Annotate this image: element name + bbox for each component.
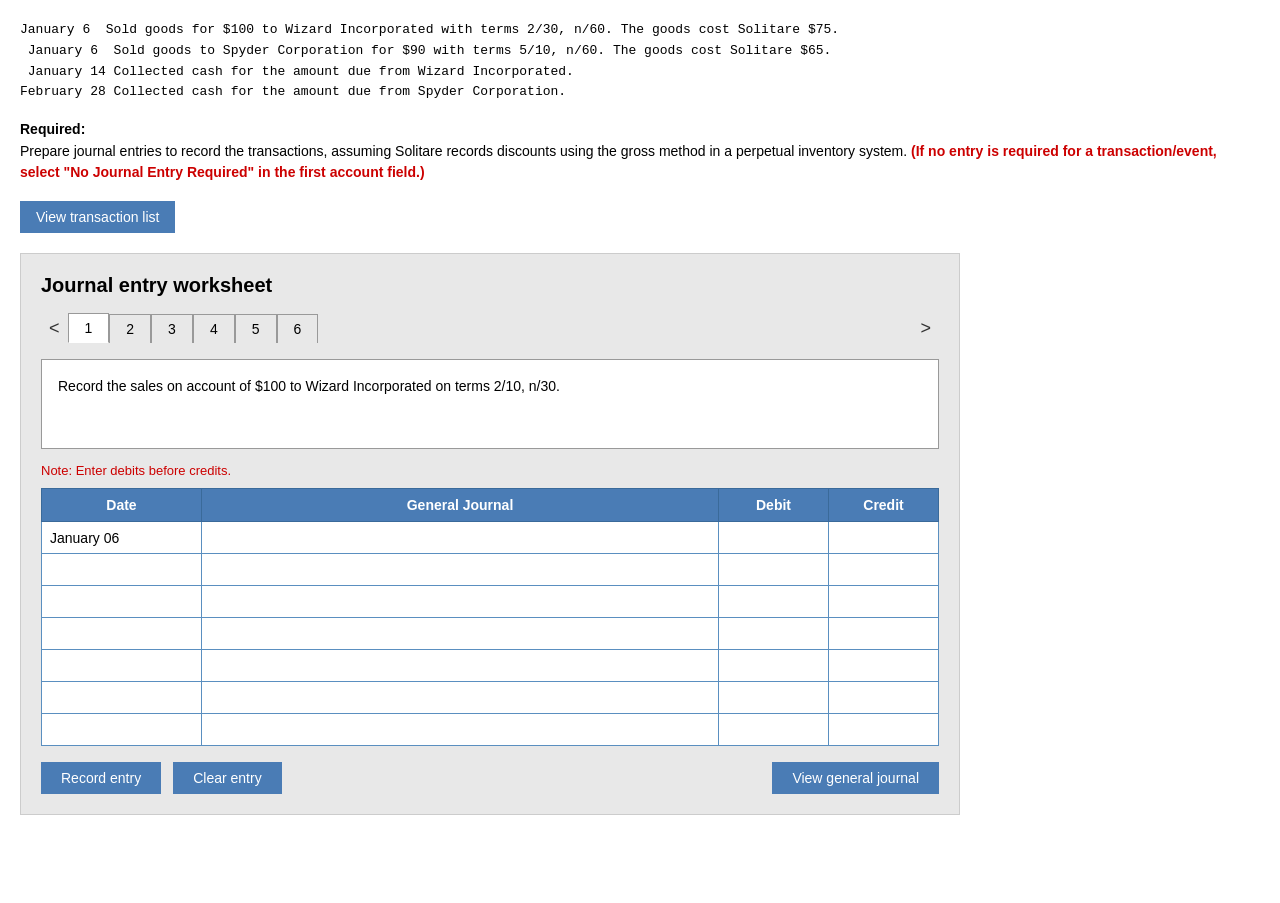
credit-input-5[interactable] [829,682,938,713]
debit-cell-3[interactable] [719,618,829,650]
table-row [42,586,939,618]
credit-cell-1[interactable] [829,554,939,586]
tab-items: 1 2 3 4 5 6 [68,313,319,343]
record-entry-button[interactable]: Record entry [41,762,161,794]
journal-cell-1[interactable] [202,554,719,586]
credit-input-6[interactable] [829,714,938,745]
required-text: Prepare journal entries to record the tr… [20,141,1260,183]
debit-cell-6[interactable] [719,714,829,746]
header-date: Date [42,489,202,522]
date-cell-4 [42,650,202,682]
journal-cell-4[interactable] [202,650,719,682]
tab-navigation: < 1 2 3 4 5 6 > [41,313,939,343]
action-buttons: Record entry Clear entry View general jo… [41,762,939,794]
tab-4[interactable]: 4 [193,314,235,343]
view-general-journal-button[interactable]: View general journal [772,762,939,794]
credit-input-0[interactable] [829,522,938,553]
note-text: Note: Enter debits before credits. [41,463,939,478]
debit-input-1[interactable] [719,554,828,585]
intro-text: January 6 Sold goods for $100 to Wizard … [20,20,1260,103]
clear-entry-button[interactable]: Clear entry [173,762,281,794]
credit-cell-6[interactable] [829,714,939,746]
credit-cell-0[interactable] [829,522,939,554]
credit-input-1[interactable] [829,554,938,585]
credit-cell-4[interactable] [829,650,939,682]
tab-5[interactable]: 5 [235,314,277,343]
required-body-text: Prepare journal entries to record the tr… [20,143,907,159]
table-row: January 06 [42,522,939,554]
date-cell-5 [42,682,202,714]
tab-1[interactable]: 1 [68,313,110,343]
debit-input-5[interactable] [719,682,828,713]
header-debit: Debit [719,489,829,522]
debit-cell-5[interactable] [719,682,829,714]
date-cell-0: January 06 [42,522,202,554]
debit-input-4[interactable] [719,650,828,681]
description-box: Record the sales on account of $100 to W… [41,359,939,449]
view-transaction-button[interactable]: View transaction list [20,201,175,233]
journal-cell-0[interactable] [202,522,719,554]
journal-table: Date General Journal Debit Credit Januar… [41,488,939,746]
tab-2[interactable]: 2 [109,314,151,343]
journal-input-3[interactable] [202,618,718,649]
next-tab-button[interactable]: > [912,314,939,343]
table-row [42,714,939,746]
journal-input-2[interactable] [202,586,718,617]
journal-cell-3[interactable] [202,618,719,650]
date-cell-6 [42,714,202,746]
journal-input-0[interactable] [202,522,718,553]
journal-cell-2[interactable] [202,586,719,618]
worksheet-title: Journal entry worksheet [41,274,939,297]
debit-cell-2[interactable] [719,586,829,618]
debit-cell-0[interactable] [719,522,829,554]
credit-input-4[interactable] [829,650,938,681]
header-general-journal: General Journal [202,489,719,522]
table-row [42,682,939,714]
journal-input-1[interactable] [202,554,718,585]
debit-input-0[interactable] [719,522,828,553]
journal-input-6[interactable] [202,714,718,745]
credit-cell-5[interactable] [829,682,939,714]
required-section: Required: Prepare journal entries to rec… [20,121,1260,183]
credit-input-3[interactable] [829,618,938,649]
debit-cell-4[interactable] [719,650,829,682]
journal-cell-6[interactable] [202,714,719,746]
journal-input-4[interactable] [202,650,718,681]
required-label: Required: [20,121,1260,137]
table-row [42,554,939,586]
prev-tab-button[interactable]: < [41,314,68,343]
credit-input-2[interactable] [829,586,938,617]
credit-cell-2[interactable] [829,586,939,618]
date-cell-3 [42,618,202,650]
tab-6[interactable]: 6 [277,314,319,343]
table-row [42,618,939,650]
tab-3[interactable]: 3 [151,314,193,343]
debit-input-3[interactable] [719,618,828,649]
date-cell-2 [42,586,202,618]
debit-input-6[interactable] [719,714,828,745]
date-cell-1 [42,554,202,586]
journal-cell-5[interactable] [202,682,719,714]
header-credit: Credit [829,489,939,522]
debit-input-2[interactable] [719,586,828,617]
credit-cell-3[interactable] [829,618,939,650]
debit-cell-1[interactable] [719,554,829,586]
worksheet-container: Journal entry worksheet < 1 2 3 4 5 6 > … [20,253,960,815]
table-row [42,650,939,682]
journal-input-5[interactable] [202,682,718,713]
